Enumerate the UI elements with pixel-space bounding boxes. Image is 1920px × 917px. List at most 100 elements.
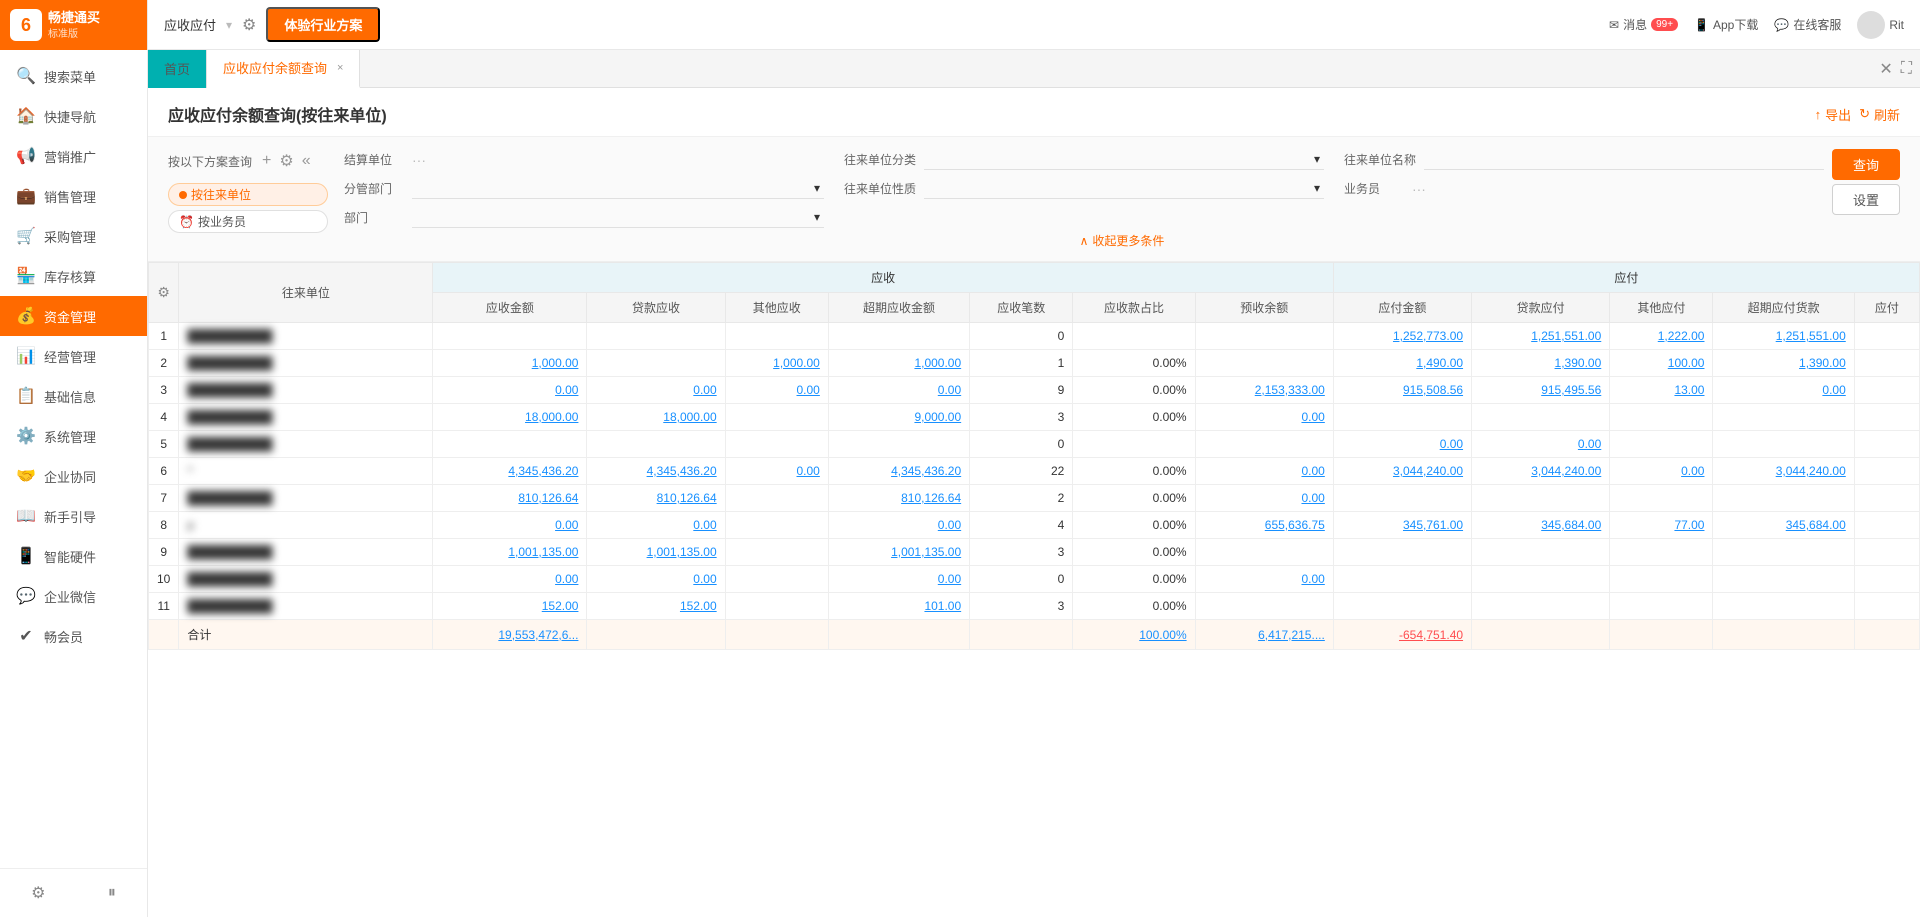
sidebar-item-collab[interactable]: 🤝 企业协同 — [0, 456, 147, 496]
export-btn[interactable]: ↑ 导出 — [1815, 105, 1852, 124]
table-cell[interactable]: 1,252,773.00 — [1333, 323, 1471, 350]
table-cell[interactable]: 0.00 — [725, 377, 828, 404]
sidebar-item-system[interactable]: ⚙️ 系统管理 — [0, 416, 147, 456]
table-cell[interactable]: 2 — [970, 485, 1073, 512]
topbar-settings-icon[interactable]: ⚙ — [242, 15, 256, 35]
table-cell[interactable]: 0.00 — [1610, 458, 1713, 485]
table-cell[interactable]: 2,153,333.00 — [1195, 377, 1333, 404]
table-cell[interactable]: 0.00 — [587, 566, 725, 593]
table-cell[interactable]: 18,000.00 — [433, 404, 587, 431]
notifications-btn[interactable]: ✉ 消息 99+ — [1609, 16, 1678, 33]
table-cell[interactable]: 0.00 — [1333, 431, 1471, 458]
table-cell[interactable]: 1,000.00 — [725, 350, 828, 377]
online-service-btn[interactable]: 💬 在线客服 — [1774, 16, 1841, 33]
add-scheme-btn[interactable]: + — [260, 150, 273, 172]
partner-nature-select[interactable]: ▾ — [924, 178, 1324, 199]
sidebar-item-hardware[interactable]: 📱 智能硬件 — [0, 536, 147, 576]
sidebar-item-sales[interactable]: 💼 销售管理 — [0, 176, 147, 216]
table-cell[interactable]: 810,126.64 — [433, 485, 587, 512]
table-cell[interactable]: 13.00 — [1610, 377, 1713, 404]
table-cell[interactable]: 0.00 — [1472, 431, 1610, 458]
table-cell[interactable]: 0.00 — [433, 377, 587, 404]
table-cell[interactable]: 18,000.00 — [587, 404, 725, 431]
tab-close-btn[interactable]: × — [337, 62, 343, 74]
sidebar-item-finance[interactable]: 💰 资金管理 — [0, 296, 147, 336]
table-cell[interactable]: 655,636.75 — [1195, 512, 1333, 539]
table-cell[interactable]: 1,001,135.00 — [433, 539, 587, 566]
table-cell[interactable]: 0.00% — [1073, 485, 1195, 512]
table-cell[interactable]: 0 — [970, 566, 1073, 593]
table-cell[interactable]: 0.00 — [1195, 458, 1333, 485]
table-cell[interactable]: 0.00% — [1073, 593, 1195, 620]
app-download-btn[interactable]: 📱 App下载 — [1694, 16, 1758, 33]
table-cell[interactable]: 9,000.00 — [828, 404, 969, 431]
table-cell[interactable]: 0.00% — [1073, 404, 1195, 431]
table-settings-icon[interactable]: ⚙ — [157, 284, 170, 300]
promo-button[interactable]: 体验行业方案 — [266, 7, 380, 42]
table-cell[interactable]: 1 — [970, 350, 1073, 377]
table-cell[interactable]: 0.00 — [433, 566, 587, 593]
partner-name-input[interactable] — [1424, 149, 1824, 170]
table-cell[interactable]: 0 — [970, 323, 1073, 350]
table-cell[interactable]: 4 — [970, 512, 1073, 539]
tab-close-all-btn[interactable]: ✕ — [1879, 59, 1892, 79]
user-avatar[interactable]: Rit — [1857, 11, 1904, 39]
table-cell[interactable]: 915,508.56 — [1333, 377, 1471, 404]
table-cell[interactable]: 0.00 — [1195, 404, 1333, 431]
settlement-unit-input[interactable]: ··· — [412, 152, 426, 168]
table-cell[interactable]: 0.00% — [1073, 377, 1195, 404]
table-cell[interactable]: 1,251,551.00 — [1713, 323, 1854, 350]
sidebar-settings-btn[interactable]: ⚙ — [23, 879, 53, 907]
table-cell[interactable]: 1,000.00 — [433, 350, 587, 377]
table-cell[interactable]: 0.00 — [1195, 566, 1333, 593]
table-cell[interactable]: 0.00 — [433, 512, 587, 539]
tab-home[interactable]: 首页 — [148, 50, 207, 88]
table-cell[interactable]: 0.00% — [1073, 539, 1195, 566]
table-cell[interactable]: 4,345,436.20 — [587, 458, 725, 485]
department-select[interactable]: ▾ — [412, 207, 824, 228]
table-cell[interactable]: 1,390.00 — [1713, 350, 1854, 377]
sidebar-item-member[interactable]: ✔ 畅会员 — [0, 616, 147, 656]
table-cell[interactable]: 1,251,551.00 — [1472, 323, 1610, 350]
table-cell[interactable]: 810,126.64 — [587, 485, 725, 512]
table-cell[interactable]: 0.00 — [828, 566, 969, 593]
table-cell[interactable]: 0.00 — [828, 512, 969, 539]
sidebar-item-inventory[interactable]: 🏪 库存核算 — [0, 256, 147, 296]
scheme-by-partner[interactable]: 按往来单位 — [168, 183, 328, 206]
table-cell[interactable]: 1,222.00 — [1610, 323, 1713, 350]
table-cell[interactable]: 3 — [970, 539, 1073, 566]
table-cell[interactable]: 1,490.00 — [1333, 350, 1471, 377]
table-cell[interactable]: 810,126.64 — [828, 485, 969, 512]
total-ap-amount[interactable]: -654,751.40 — [1333, 620, 1471, 650]
table-cell[interactable]: 3,044,240.00 — [1713, 458, 1854, 485]
table-cell[interactable]: 0.00% — [1073, 458, 1195, 485]
table-cell[interactable]: 0.00 — [587, 377, 725, 404]
sidebar-item-nav[interactable]: 🏠 快捷导航 — [0, 96, 147, 136]
sidebar-item-purchase[interactable]: 🛒 采购管理 — [0, 216, 147, 256]
table-cell[interactable]: 1,001,135.00 — [587, 539, 725, 566]
more-scheme-btn[interactable]: « — [300, 150, 313, 172]
settings-button[interactable]: 设置 — [1832, 184, 1900, 215]
tab-expand-btn[interactable]: ⛶ — [1901, 60, 1912, 78]
table-cell[interactable]: 152.00 — [433, 593, 587, 620]
sidebar-collapse-btn[interactable]: ⏸ — [100, 880, 124, 906]
table-cell[interactable]: 3 — [970, 593, 1073, 620]
table-cell[interactable]: 100.00 — [1610, 350, 1713, 377]
sidebar-item-search[interactable]: 🔍 搜索菜单 — [0, 56, 147, 96]
table-cell[interactable]: 345,684.00 — [1472, 512, 1610, 539]
table-cell[interactable]: 3 — [970, 404, 1073, 431]
sidebar-item-guide[interactable]: 📖 新手引导 — [0, 496, 147, 536]
salesperson-input[interactable]: ··· — [1412, 181, 1426, 197]
table-cell[interactable]: 22 — [970, 458, 1073, 485]
filter-expand-btn[interactable]: ∧ 收起更多条件 — [344, 228, 1900, 253]
edit-scheme-btn[interactable]: ⚙ — [277, 149, 295, 173]
table-cell[interactable]: 101.00 — [828, 593, 969, 620]
table-cell[interactable]: 3,044,240.00 — [1333, 458, 1471, 485]
table-cell[interactable]: 77.00 — [1610, 512, 1713, 539]
table-cell[interactable]: 1,000.00 — [828, 350, 969, 377]
table-cell[interactable]: 345,761.00 — [1333, 512, 1471, 539]
table-cell[interactable]: 3,044,240.00 — [1472, 458, 1610, 485]
table-cell[interactable]: 915,495.56 — [1472, 377, 1610, 404]
sidebar-item-wechat[interactable]: 💬 企业微信 — [0, 576, 147, 616]
table-cell[interactable]: 0.00% — [1073, 512, 1195, 539]
